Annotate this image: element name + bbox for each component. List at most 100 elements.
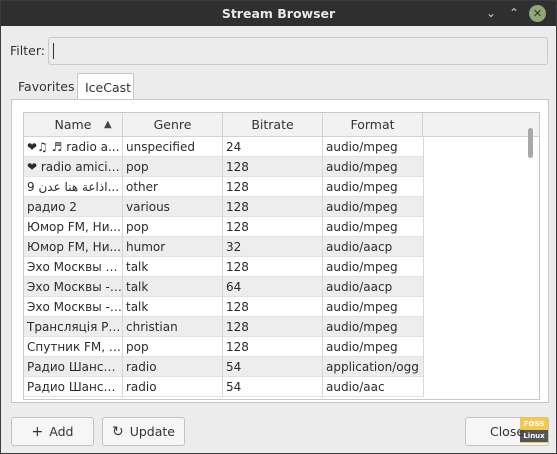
filter-label: Filter: [10, 43, 45, 58]
cell-bitrate: 128 [223, 337, 323, 357]
stream-table[interactable]: Name ▲ Genre Bitrate Format ❤♫ ♬ radio a… [23, 112, 540, 400]
cell-genre: various [123, 197, 223, 217]
cell-format: audio/mpeg [323, 297, 424, 317]
cell-genre: christian [123, 317, 223, 337]
cell-genre: talk [123, 257, 223, 277]
cell-bitrate: 128 [223, 317, 323, 337]
cell-format: audio/mpeg [323, 177, 424, 197]
watermark-logo: FOSS Linux [520, 417, 548, 443]
table-row[interactable]: Юмор FM, Ни... humor 32 audio/aacp [24, 237, 424, 257]
cell-bitrate: 54 [223, 377, 323, 397]
filter-input[interactable] [48, 37, 548, 65]
cell-bitrate: 64 [223, 277, 323, 297]
cell-genre: radio [123, 357, 223, 377]
update-button[interactable]: ↻ Update [102, 417, 185, 446]
vertical-scrollbar[interactable] [528, 128, 533, 158]
cell-genre: pop [123, 217, 223, 237]
column-header-genre[interactable]: Genre [123, 113, 223, 137]
table-row[interactable]: Радио Шансо... radio 54 audio/aac [24, 377, 424, 397]
cell-genre: talk [123, 297, 223, 317]
cell-bitrate: 128 [223, 177, 323, 197]
cell-name: Юмор FM, Ни... [24, 217, 123, 237]
table-row[interactable]: اذاعة هنا عدن 9... other 128 audio/mpeg [24, 177, 424, 197]
text-cursor [53, 43, 54, 59]
cell-genre: pop [123, 337, 223, 357]
table-row[interactable]: Эхо Москвы - ... talk 128 audio/mpeg [24, 297, 424, 317]
cell-bitrate: 128 [223, 297, 323, 317]
column-header-label: Genre [153, 117, 192, 132]
cell-format: audio/mpeg [323, 217, 424, 237]
close-window-icon[interactable]: ✕ [529, 5, 546, 22]
table-row[interactable]: Трансляція РКБ: christian 128 audio/mpeg [24, 317, 424, 337]
cell-name: ❤♫ ♬ radio a... [24, 137, 123, 157]
cell-genre: radio [123, 377, 223, 397]
cell-format: audio/mpeg [323, 197, 424, 217]
table-row[interactable]: ❤ radio amici f... pop 128 audio/mpeg [24, 157, 424, 177]
cell-name: радио 2 [24, 197, 123, 217]
table-body: ❤♫ ♬ radio a... unspecified 24 audio/mpe… [24, 137, 424, 397]
add-button[interactable]: + Add [11, 417, 94, 446]
cell-name: Спутник FM, В... [24, 337, 123, 357]
cell-bitrate: 32 [223, 237, 323, 257]
cell-bitrate: 24 [223, 137, 323, 157]
column-header-label: Name [54, 117, 92, 132]
cell-name: ❤ radio amici f... [24, 157, 123, 177]
stream-browser-window: Stream Browser ⌄ ⌃ ✕ Filter: Favorites I… [0, 0, 557, 454]
cell-bitrate: 128 [223, 197, 323, 217]
table-row[interactable]: ❤♫ ♬ radio a... unspecified 24 audio/mpe… [24, 137, 424, 157]
column-header-label: Format [350, 117, 395, 132]
cell-genre: humor [123, 237, 223, 257]
window-title: Stream Browser [221, 6, 336, 21]
cell-bitrate: 128 [223, 217, 323, 237]
cell-format: audio/mpeg [323, 257, 424, 277]
add-button-label: Add [49, 424, 74, 439]
cell-name: Юмор FM, Ни... [24, 237, 123, 257]
cell-name: Радио Шансо... [24, 357, 123, 377]
cell-format: audio/aacp [323, 237, 424, 257]
cell-format: audio/mpeg [323, 157, 424, 177]
cell-bitrate: 128 [223, 257, 323, 277]
table-row[interactable]: Радио Шансо... radio 54 application/ogg [24, 357, 424, 377]
cell-name: Эхо Москвы - ... [24, 277, 123, 297]
cell-name: Радио Шансо... [24, 377, 123, 397]
cell-genre: talk [123, 277, 223, 297]
minimize-icon[interactable]: ⌄ [483, 5, 499, 21]
column-header-name[interactable]: Name ▲ [24, 113, 123, 137]
refresh-icon: ↻ [111, 424, 124, 440]
tab-icecast[interactable]: IceCast [77, 73, 134, 100]
watermark-top-text: FOSS [523, 420, 545, 428]
cell-format: audio/mpeg [323, 137, 424, 157]
close-button-label: Close [489, 424, 525, 439]
cell-name: اذاعة هنا عدن 9... [24, 177, 123, 197]
table-header: Name ▲ Genre Bitrate Format [24, 113, 539, 137]
column-header-bitrate[interactable]: Bitrate [223, 113, 323, 137]
table-row[interactable]: Юмор FM, Ни... pop 128 audio/mpeg [24, 217, 424, 237]
sort-ascending-icon: ▲ [104, 119, 112, 130]
table-row[interactable]: Эхо Москвы в... talk 128 audio/mpeg [24, 257, 424, 277]
cell-name: Эхо Москвы в... [24, 257, 123, 277]
plus-icon: + [31, 424, 44, 440]
cell-format: audio/aac [323, 377, 424, 397]
cell-format: application/ogg [323, 357, 424, 377]
title-bar[interactable]: Stream Browser ⌄ ⌃ ✕ [1, 1, 556, 26]
cell-bitrate: 128 [223, 157, 323, 177]
tab-favorites[interactable]: Favorites [11, 73, 75, 100]
cell-genre: pop [123, 157, 223, 177]
watermark-bottom-text: Linux [520, 430, 548, 442]
cell-format: audio/mpeg [323, 317, 424, 337]
column-header-format[interactable]: Format [323, 113, 423, 137]
cell-format: audio/aacp [323, 277, 424, 297]
table-row[interactable]: радио 2 various 128 audio/mpeg [24, 197, 424, 217]
cell-name: Трансляція РКБ: [24, 317, 123, 337]
cell-bitrate: 54 [223, 357, 323, 377]
cell-genre: other [123, 177, 223, 197]
update-button-label: Update [129, 424, 175, 439]
maximize-icon[interactable]: ⌃ [506, 5, 522, 21]
cell-format: audio/mpeg [323, 337, 424, 357]
cell-name: Эхо Москвы - ... [24, 297, 123, 317]
cell-genre: unspecified [123, 137, 223, 157]
table-row[interactable]: Спутник FM, В... pop 128 audio/mpeg [24, 337, 424, 357]
tab-panel-icecast: Name ▲ Genre Bitrate Format ❤♫ ♬ radio a… [11, 99, 549, 403]
column-header-label: Bitrate [251, 117, 294, 132]
table-row[interactable]: Эхо Москвы - ... talk 64 audio/aacp [24, 277, 424, 297]
